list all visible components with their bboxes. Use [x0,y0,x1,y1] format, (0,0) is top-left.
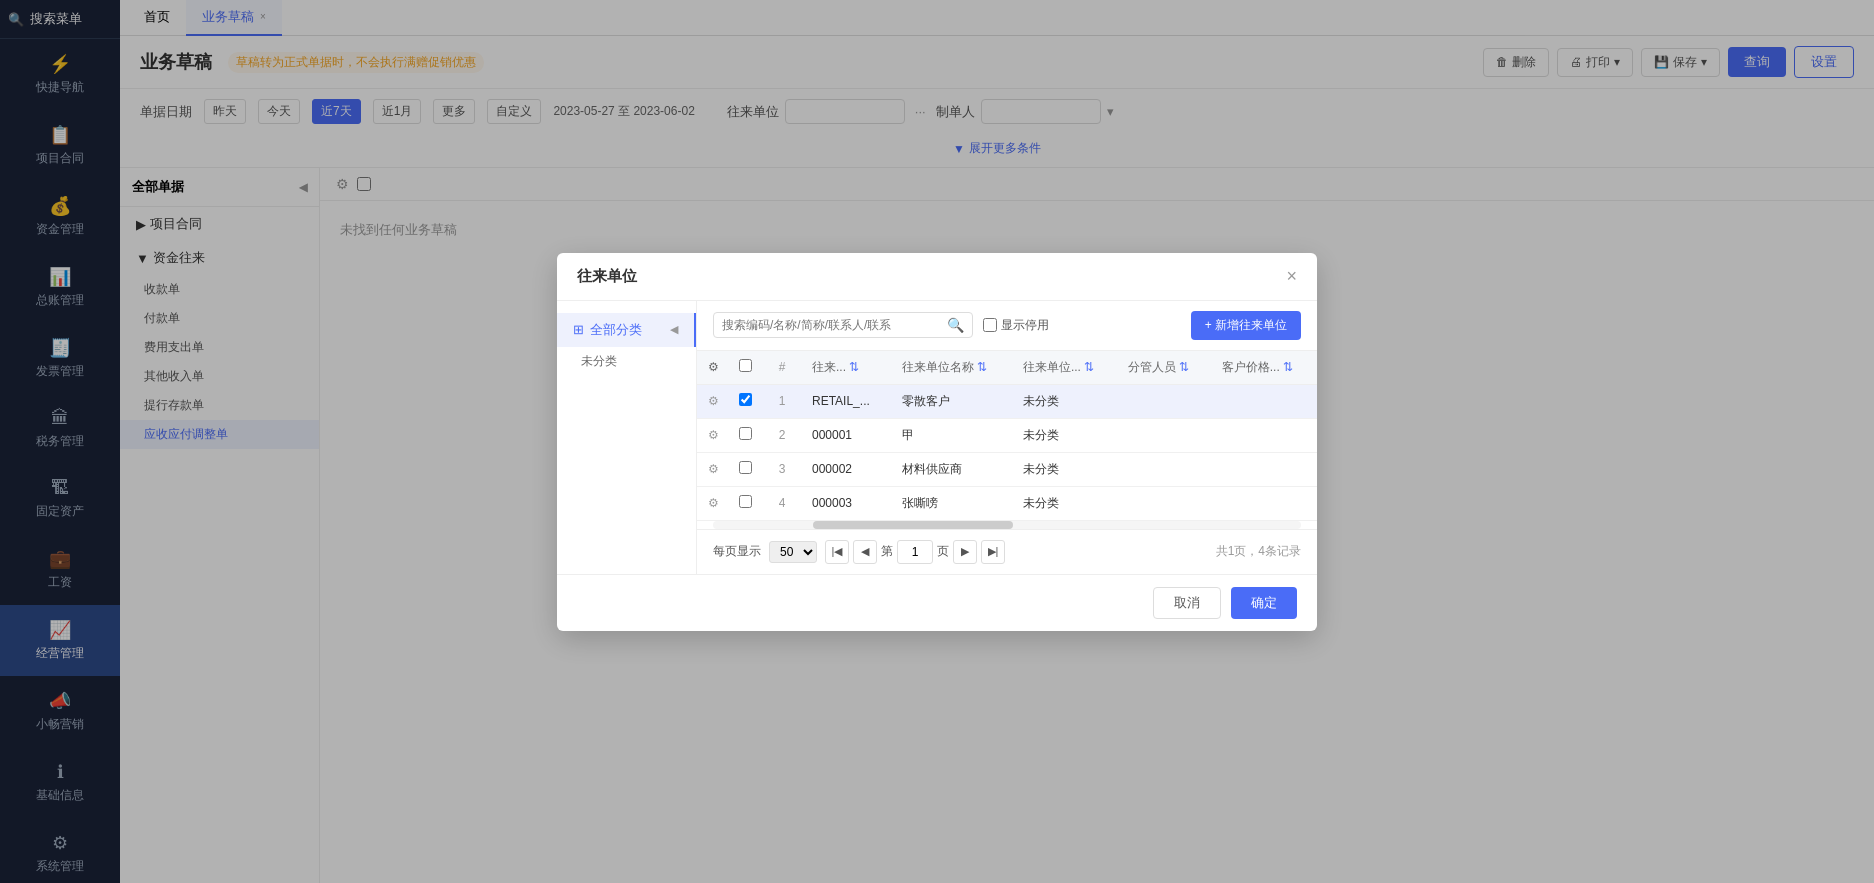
table-row[interactable]: ⚙ 4 000003 张嘶嗙 未分类 [697,486,1317,520]
page-suffix: 页 [937,543,949,560]
row-manager [1118,452,1212,486]
row-settings-icon[interactable]: ⚙ [708,394,719,408]
row-name: 张嘶嗙 [892,486,1013,520]
row-code: 000001 [802,418,892,452]
prev-page-button[interactable]: ◀ [853,540,877,564]
first-page-button[interactable]: |◀ [825,540,849,564]
row-category: 未分类 [1013,486,1118,520]
cancel-label: 取消 [1174,595,1200,610]
row-manager [1118,384,1212,418]
search-icon: 🔍 [947,317,964,333]
table-row[interactable]: ⚙ 3 000002 材料供应商 未分类 [697,452,1317,486]
row-manager [1118,486,1212,520]
cancel-button[interactable]: 取消 [1153,587,1221,619]
dialog-unit: 往来单位 × ⊞ 全部分类 ◀ 未分类 [557,253,1317,631]
dialog-body: ⊞ 全部分类 ◀ 未分类 🔍 显示停用 [557,301,1317,574]
th-price: 客户价格... ⇅ [1212,351,1317,385]
row-settings-icon[interactable]: ⚙ [708,496,719,510]
row-checkbox[interactable] [739,461,752,474]
scroll-thumb[interactable] [813,521,1013,529]
page-nav: |◀ ◀ 第 页 ▶ ▶| [825,540,1005,564]
row-settings-icon[interactable]: ⚙ [708,428,719,442]
table-row[interactable]: ⚙ 2 000001 甲 未分类 [697,418,1317,452]
dialog-title: 往来单位 [577,267,637,286]
table-row[interactable]: ⚙ 1 RETAIL_... 零散客户 未分类 [697,384,1317,418]
close-icon[interactable]: × [1286,267,1297,285]
row-checkbox[interactable] [739,495,752,508]
dialog-header: 往来单位 × [557,253,1317,301]
dialog-pagination: 每页显示 50 |◀ ◀ 第 页 ▶ ▶| 共1页，4条记录 [697,529,1317,574]
row-checkbox[interactable] [739,393,752,406]
row-name: 甲 [892,418,1013,452]
th-name: 往来单位名称 ⇅ [892,351,1013,385]
dialog-sidebar-all-label: 全部分类 [590,321,642,339]
modal-overlay: 往来单位 × ⊞ 全部分类 ◀ 未分类 [0,0,1874,883]
row-code: 000003 [802,486,892,520]
page-input[interactable] [897,540,933,564]
row-category: 未分类 [1013,384,1118,418]
row-name: 材料供应商 [892,452,1013,486]
row-name: 零散客户 [892,384,1013,418]
units-table: ⚙ # 往来... ⇅ 往来单位名称 ⇅ 往来单位... ⇅ 分管人员 ⇅ 客户… [697,351,1317,521]
horizontal-scrollbar[interactable] [713,521,1301,529]
th-manager: 分管人员 ⇅ [1118,351,1212,385]
search-input[interactable] [722,318,941,332]
row-category: 未分类 [1013,418,1118,452]
select-all-table-checkbox[interactable] [739,359,752,372]
table-header-row: ⚙ # 往来... ⇅ 往来单位名称 ⇅ 往来单位... ⇅ 分管人员 ⇅ 客户… [697,351,1317,385]
show-disabled-text: 显示停用 [1001,317,1049,334]
row-price [1212,384,1317,418]
dialog-sidebar: ⊞ 全部分类 ◀ 未分类 [557,301,697,574]
page-total: 共1页，4条记录 [1216,543,1301,560]
th-settings: ⚙ [697,351,729,385]
row-num: 1 [762,384,802,418]
dialog-main: 🔍 显示停用 + 新增往来单位 ⚙ [697,301,1317,574]
add-button-label: + 新增往来单位 [1205,318,1287,332]
th-num: # [762,351,802,385]
row-num: 3 [762,452,802,486]
row-num: 4 [762,486,802,520]
dialog-sidebar-unclassified-label: 未分类 [581,354,617,368]
row-checkbox[interactable] [739,427,752,440]
dialog-toolbar: 🔍 显示停用 + 新增往来单位 [697,301,1317,351]
dialog-sidebar-collapse-icon[interactable]: ◀ [670,323,678,336]
dialog-table-wrap: ⚙ # 往来... ⇅ 往来单位名称 ⇅ 往来单位... ⇅ 分管人员 ⇅ 客户… [697,351,1317,521]
th-code: 往来... ⇅ [802,351,892,385]
show-disabled-label[interactable]: 显示停用 [983,317,1049,334]
per-page-label: 每页显示 [713,543,761,560]
add-unit-button[interactable]: + 新增往来单位 [1191,311,1301,340]
row-code: 000002 [802,452,892,486]
page-label: 第 [881,543,893,560]
grid-icon: ⊞ [573,322,584,337]
th-category: 往来单位... ⇅ [1013,351,1118,385]
dialog-sidebar-all[interactable]: ⊞ 全部分类 ◀ [557,313,696,347]
search-box[interactable]: 🔍 [713,312,973,338]
row-price [1212,418,1317,452]
row-category: 未分类 [1013,452,1118,486]
row-settings-icon[interactable]: ⚙ [708,462,719,476]
row-price [1212,452,1317,486]
next-page-button[interactable]: ▶ [953,540,977,564]
dialog-footer: 取消 确定 [557,574,1317,631]
last-page-button[interactable]: ▶| [981,540,1005,564]
row-num: 2 [762,418,802,452]
per-page-select[interactable]: 50 [769,541,817,563]
row-manager [1118,418,1212,452]
row-price [1212,486,1317,520]
table-body: ⚙ 1 RETAIL_... 零散客户 未分类 ⚙ [697,384,1317,520]
confirm-button[interactable]: 确定 [1231,587,1297,619]
row-code: RETAIL_... [802,384,892,418]
confirm-label: 确定 [1251,595,1277,610]
dialog-sidebar-unclassified[interactable]: 未分类 [557,347,696,376]
th-checkbox [729,351,762,385]
show-disabled-checkbox[interactable] [983,318,997,332]
